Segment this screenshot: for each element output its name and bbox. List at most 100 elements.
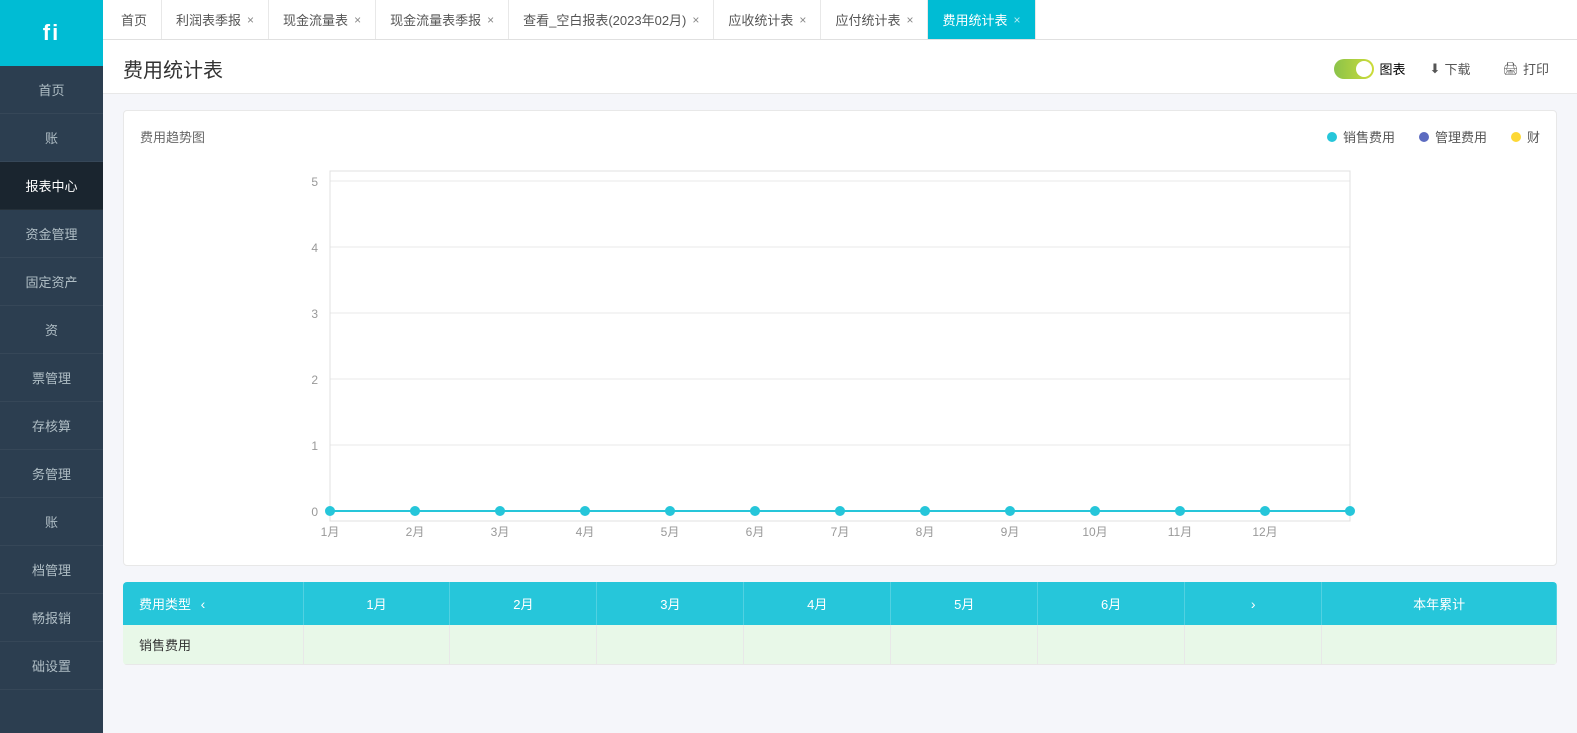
svg-text:1月: 1月 xyxy=(321,525,340,539)
chart-container: 5 4 3 2 1 0 xyxy=(140,156,1540,549)
legend-admin: 管理费用 xyxy=(1419,127,1487,146)
table-section: 费用类型 ‹ 1月 2月 3月 4月 5月 6月 › 本年累计 xyxy=(123,582,1557,665)
cell-ytd xyxy=(1322,625,1557,665)
close-icon[interactable]: × xyxy=(1013,13,1020,27)
sidebar-item-settings[interactable]: 础设置 xyxy=(0,642,103,690)
col-jun: 6月 xyxy=(1038,582,1185,625)
chart-toggle[interactable] xyxy=(1334,59,1374,79)
tab-blank-report[interactable]: 查看_空白报表(2023年02月) × xyxy=(509,0,714,40)
cell-may xyxy=(891,625,1038,665)
sidebar-item-capital[interactable]: 资 xyxy=(0,306,103,354)
svg-text:4: 4 xyxy=(311,241,318,255)
tab-bar: 首页 利润表季报 × 现金流量表 × 现金流量表季报 × 查看_空白报表(202… xyxy=(103,0,1577,40)
tab-home[interactable]: 首页 xyxy=(107,0,162,40)
legend-dot-finance xyxy=(1511,132,1521,142)
chart-legend: 销售费用 管理费用 财 xyxy=(1327,127,1540,146)
cell-mar xyxy=(597,625,744,665)
legend-dot-admin xyxy=(1419,132,1429,142)
sidebar-item-account[interactable]: 账 xyxy=(0,114,103,162)
svg-text:2: 2 xyxy=(311,373,318,387)
legend-label-sales: 销售费用 xyxy=(1343,127,1395,146)
download-label: 下载 xyxy=(1444,59,1470,78)
col-ytd: 本年累计 xyxy=(1322,582,1557,625)
page-title: 费用统计表 xyxy=(123,54,223,83)
sidebar-logo: fi xyxy=(0,0,103,66)
close-icon[interactable]: × xyxy=(906,13,913,27)
print-button[interactable]: 🖨 打印 xyxy=(1494,55,1557,82)
sidebar-item-expense[interactable]: 畅报销 xyxy=(0,594,103,642)
expense-type-label: 销售费用 xyxy=(123,625,303,665)
col-may: 5月 xyxy=(891,582,1038,625)
col-apr: 4月 xyxy=(744,582,891,625)
legend-label-finance: 财 xyxy=(1527,127,1540,146)
tab-cashflow-quarterly[interactable]: 现金流量表季报 × xyxy=(376,0,509,40)
legend-dot-sales xyxy=(1327,132,1337,142)
sidebar-item-ledger[interactable]: 账 xyxy=(0,498,103,546)
svg-text:1: 1 xyxy=(311,439,318,453)
legend-sales: 销售费用 xyxy=(1327,127,1395,146)
sidebar-item-inventory[interactable]: 存核算 xyxy=(0,402,103,450)
col-expense-type: 费用类型 ‹ xyxy=(123,582,303,625)
col-feb: 2月 xyxy=(450,582,597,625)
legend-label-admin: 管理费用 xyxy=(1435,127,1487,146)
svg-text:8月: 8月 xyxy=(916,525,935,539)
svg-text:3: 3 xyxy=(311,307,318,321)
sidebar-item-invoice[interactable]: 票管理 xyxy=(0,354,103,402)
close-icon[interactable]: × xyxy=(487,13,494,27)
header-actions: 图表 ⬇ 下载 🖨 打印 xyxy=(1334,55,1557,82)
sidebar-item-archive[interactable]: 档管理 xyxy=(0,546,103,594)
tab-cashflow[interactable]: 现金流量表 × xyxy=(269,0,376,40)
legend-finance: 财 xyxy=(1511,127,1540,146)
sidebar-item-service[interactable]: 务管理 xyxy=(0,450,103,498)
expense-table: 费用类型 ‹ 1月 2月 3月 4月 5月 6月 › 本年累计 xyxy=(123,582,1557,665)
svg-text:4月: 4月 xyxy=(576,525,595,539)
svg-text:2月: 2月 xyxy=(406,525,425,539)
cell-apr xyxy=(744,625,891,665)
cell-arrow xyxy=(1185,625,1322,665)
svg-text:11月: 11月 xyxy=(1168,525,1192,539)
col-mar: 3月 xyxy=(597,582,744,625)
svg-text:5月: 5月 xyxy=(661,525,680,539)
next-arrow[interactable]: › xyxy=(1245,596,1262,612)
svg-text:3月: 3月 xyxy=(491,525,510,539)
col-jan: 1月 xyxy=(303,582,450,625)
svg-text:0: 0 xyxy=(311,505,318,519)
page-header: 费用统计表 图表 ⬇ 下载 🖨 打印 xyxy=(103,40,1577,94)
chart-toggle-wrap: 图表 xyxy=(1334,59,1406,79)
sidebar-item-funds[interactable]: 资金管理 xyxy=(0,210,103,258)
prev-arrow[interactable]: ‹ xyxy=(195,596,212,612)
main-area: 首页 利润表季报 × 现金流量表 × 现金流量表季报 × 查看_空白报表(202… xyxy=(103,0,1577,733)
sidebar-item-assets[interactable]: 固定资产 xyxy=(0,258,103,306)
close-icon[interactable]: × xyxy=(692,13,699,27)
cell-feb xyxy=(450,625,597,665)
download-button[interactable]: ⬇ 下载 xyxy=(1422,55,1479,82)
tab-profit-quarterly[interactable]: 利润表季报 × xyxy=(162,0,269,40)
sidebar-item-home[interactable]: 首页 xyxy=(0,66,103,114)
col-next-arrow[interactable]: › xyxy=(1185,582,1322,625)
sidebar: fi 首页 账 报表中心 资金管理 固定资产 资 票管理 存核算 务管理 账 档… xyxy=(0,0,103,733)
trend-chart: 5 4 3 2 1 0 xyxy=(140,156,1540,546)
table-header-row: 费用类型 ‹ 1月 2月 3月 4月 5月 6月 › 本年累计 xyxy=(123,582,1557,625)
print-label: 打印 xyxy=(1523,59,1549,78)
close-icon[interactable]: × xyxy=(799,13,806,27)
svg-text:7月: 7月 xyxy=(831,525,850,539)
svg-text:6月: 6月 xyxy=(746,525,765,539)
close-icon[interactable]: × xyxy=(354,13,361,27)
chart-header: 费用趋势图 销售费用 管理费用 财 xyxy=(140,127,1540,146)
tab-payable[interactable]: 应付统计表 × xyxy=(821,0,928,40)
tab-receivable[interactable]: 应收统计表 × xyxy=(714,0,821,40)
close-icon[interactable]: × xyxy=(247,13,254,27)
svg-text:10月: 10月 xyxy=(1082,525,1107,539)
page-content: 费用统计表 图表 ⬇ 下载 🖨 打印 费用趋势图 xyxy=(103,40,1577,733)
print-icon: 🖨 xyxy=(1502,61,1519,77)
svg-text:9月: 9月 xyxy=(1001,525,1020,539)
chart-section: 费用趋势图 销售费用 管理费用 财 xyxy=(123,110,1557,566)
sidebar-item-reports[interactable]: 报表中心 xyxy=(0,162,103,210)
cell-jun xyxy=(1038,625,1185,665)
tab-expense-stats[interactable]: 费用统计表 × xyxy=(928,0,1035,40)
svg-text:5: 5 xyxy=(311,175,318,189)
table-row: 销售费用 xyxy=(123,625,1557,665)
cell-jan xyxy=(303,625,450,665)
chart-toggle-label: 图表 xyxy=(1380,59,1406,78)
chart-title: 费用趋势图 xyxy=(140,127,205,146)
